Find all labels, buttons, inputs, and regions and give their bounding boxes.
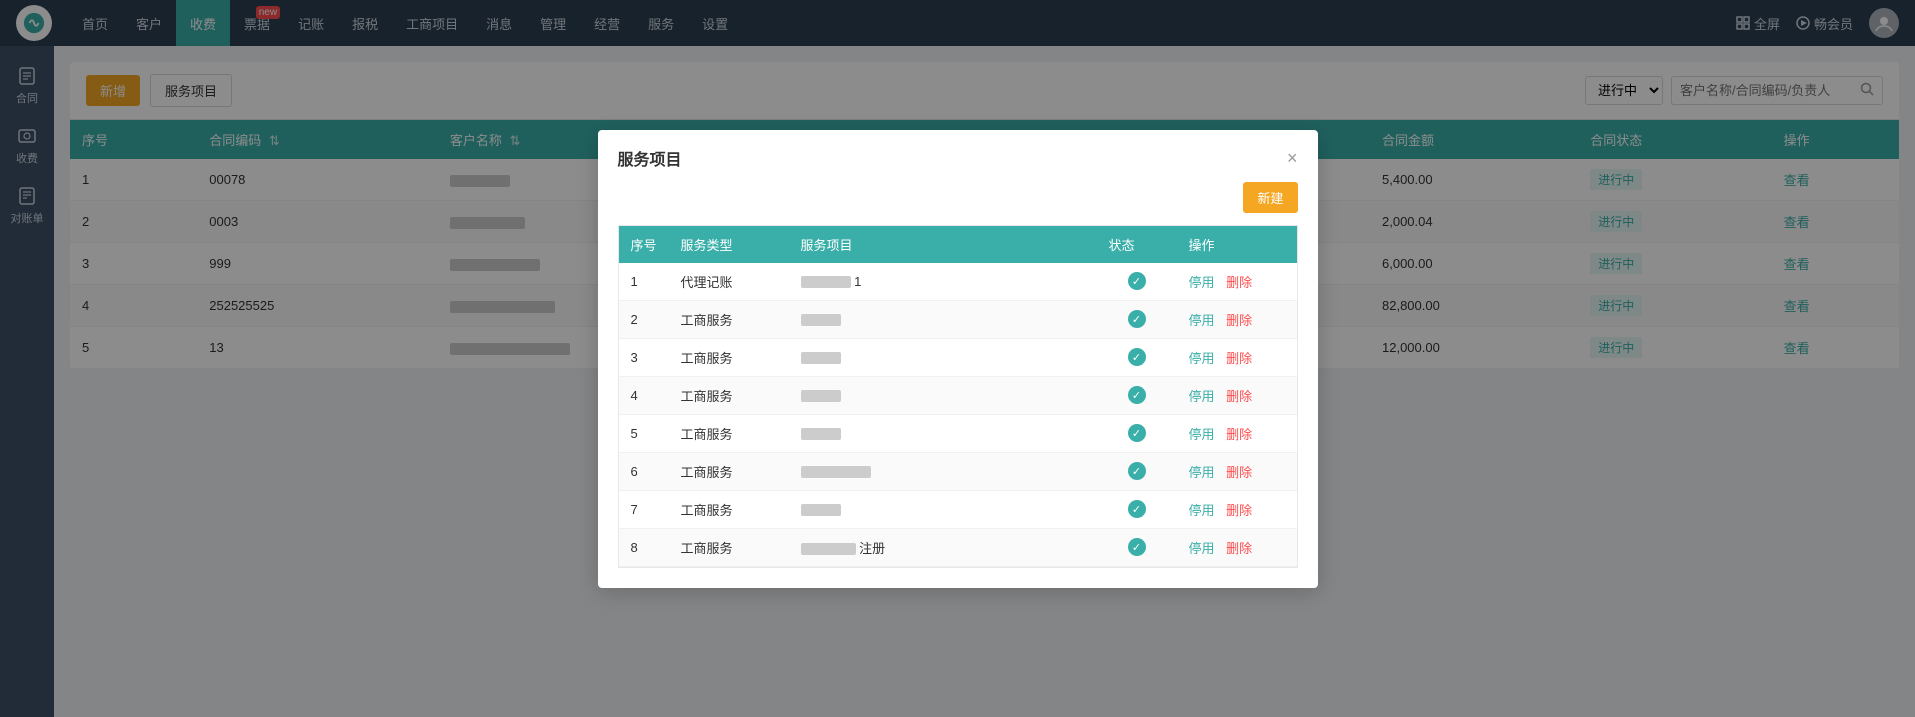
modal-cell-action: 停用 删除 <box>1177 528 1297 566</box>
modal-cell-num: 6 <box>619 452 669 490</box>
modal-cell-item <box>789 376 1097 414</box>
list-item: 1 代理记账 1 ✓ 停用 删除 <box>619 263 1297 301</box>
modal-scroll[interactable]: 序号 服务类型 服务项目 状态 操作 1 代理记账 1 ✓ 停用 删除 <box>618 225 1298 568</box>
list-item: 3 工商服务 ✓ 停用 删除 <box>619 338 1297 376</box>
modal-new-button[interactable]: 新建 <box>1243 182 1297 213</box>
modal-cell-item <box>789 338 1097 376</box>
modal-cell-type: 工商服务 <box>669 338 789 376</box>
modal-cell-status: ✓ <box>1097 490 1177 528</box>
list-item: 4 工商服务 ✓ 停用 删除 <box>619 376 1297 414</box>
status-check-icon: ✓ <box>1128 386 1146 404</box>
modal-cell-item: 注册 <box>789 528 1097 566</box>
modal-body: 序号 服务类型 服务项目 状态 操作 1 代理记账 1 ✓ 停用 删除 <box>598 225 1318 588</box>
modal-cell-action: 停用 删除 <box>1177 338 1297 376</box>
modal-close-button[interactable]: × <box>1287 149 1298 167</box>
status-check-icon: ✓ <box>1128 538 1146 556</box>
modal-cell-item: 1 <box>789 263 1097 301</box>
status-check-icon: ✓ <box>1128 348 1146 366</box>
modal-cell-num: 1 <box>619 263 669 301</box>
list-item: 7 工商服务 ✓ 停用 删除 <box>619 490 1297 528</box>
modal-cell-item <box>789 414 1097 452</box>
delete-button[interactable]: 删除 <box>1226 465 1252 480</box>
delete-button[interactable]: 删除 <box>1226 351 1252 366</box>
modal-title: 服务项目 <box>618 146 682 170</box>
stop-button[interactable]: 停用 <box>1189 427 1215 442</box>
modal-col-action: 操作 <box>1177 226 1297 263</box>
modal-cell-action: 停用 删除 <box>1177 263 1297 301</box>
service-items-modal: 服务项目 × 新建 序号 服务类型 服务项目 状态 操作 1 <box>598 130 1318 588</box>
stop-button[interactable]: 停用 <box>1189 541 1215 556</box>
modal-cell-status: ✓ <box>1097 528 1177 566</box>
list-item: 8 工商服务 注册 ✓ 停用 删除 <box>619 528 1297 566</box>
status-check-icon: ✓ <box>1128 424 1146 442</box>
delete-button[interactable]: 删除 <box>1226 389 1252 404</box>
modal-cell-status: ✓ <box>1097 300 1177 338</box>
modal-cell-num: 5 <box>619 414 669 452</box>
modal-cell-num: 8 <box>619 528 669 566</box>
modal-cell-status: ✓ <box>1097 414 1177 452</box>
modal-col-item: 服务项目 <box>789 226 1097 263</box>
modal-cell-type: 工商服务 <box>669 452 789 490</box>
modal-cell-status: ✓ <box>1097 376 1177 414</box>
stop-button[interactable]: 停用 <box>1189 313 1215 328</box>
modal-cell-type: 工商服务 <box>669 376 789 414</box>
delete-button[interactable]: 删除 <box>1226 313 1252 328</box>
modal-cell-num: 4 <box>619 376 669 414</box>
modal-cell-status: ✓ <box>1097 338 1177 376</box>
modal-cell-action: 停用 删除 <box>1177 490 1297 528</box>
modal-cell-action: 停用 删除 <box>1177 414 1297 452</box>
stop-button[interactable]: 停用 <box>1189 389 1215 404</box>
stop-button[interactable]: 停用 <box>1189 351 1215 366</box>
status-check-icon: ✓ <box>1128 310 1146 328</box>
delete-button[interactable]: 删除 <box>1226 541 1252 556</box>
modal-cell-action: 停用 删除 <box>1177 376 1297 414</box>
stop-button[interactable]: 停用 <box>1189 465 1215 480</box>
modal-cell-num: 7 <box>619 490 669 528</box>
list-item: 2 工商服务 ✓ 停用 删除 <box>619 300 1297 338</box>
list-item: 5 工商服务 ✓ 停用 删除 <box>619 414 1297 452</box>
service-items-table: 序号 服务类型 服务项目 状态 操作 1 代理记账 1 ✓ 停用 删除 <box>619 226 1297 567</box>
modal-cell-item <box>789 300 1097 338</box>
modal-cell-status: ✓ <box>1097 452 1177 490</box>
modal-cell-type: 工商服务 <box>669 300 789 338</box>
stop-button[interactable]: 停用 <box>1189 503 1215 518</box>
modal-cell-num: 3 <box>619 338 669 376</box>
status-check-icon: ✓ <box>1128 272 1146 290</box>
modal-col-num: 序号 <box>619 226 669 263</box>
delete-button[interactable]: 删除 <box>1226 503 1252 518</box>
modal-cell-action: 停用 删除 <box>1177 300 1297 338</box>
modal-cell-item <box>789 452 1097 490</box>
status-check-icon: ✓ <box>1128 500 1146 518</box>
list-item: 6 工商服务 ✓ 停用 删除 <box>619 452 1297 490</box>
delete-button[interactable]: 删除 <box>1226 275 1252 290</box>
status-check-icon: ✓ <box>1128 462 1146 480</box>
modal-cell-status: ✓ <box>1097 263 1177 301</box>
modal-cell-item <box>789 490 1097 528</box>
stop-button[interactable]: 停用 <box>1189 275 1215 290</box>
modal-cell-type: 工商服务 <box>669 490 789 528</box>
modal-cell-type: 工商服务 <box>669 528 789 566</box>
modal-header: 服务项目 × <box>598 130 1318 170</box>
modal-cell-num: 2 <box>619 300 669 338</box>
modal-cell-type: 代理记账 <box>669 263 789 301</box>
delete-button[interactable]: 删除 <box>1226 427 1252 442</box>
modal-cell-action: 停用 删除 <box>1177 452 1297 490</box>
modal-toolbar: 新建 <box>598 170 1318 225</box>
modal-cell-type: 工商服务 <box>669 414 789 452</box>
modal-col-status: 状态 <box>1097 226 1177 263</box>
modal-col-type: 服务类型 <box>669 226 789 263</box>
